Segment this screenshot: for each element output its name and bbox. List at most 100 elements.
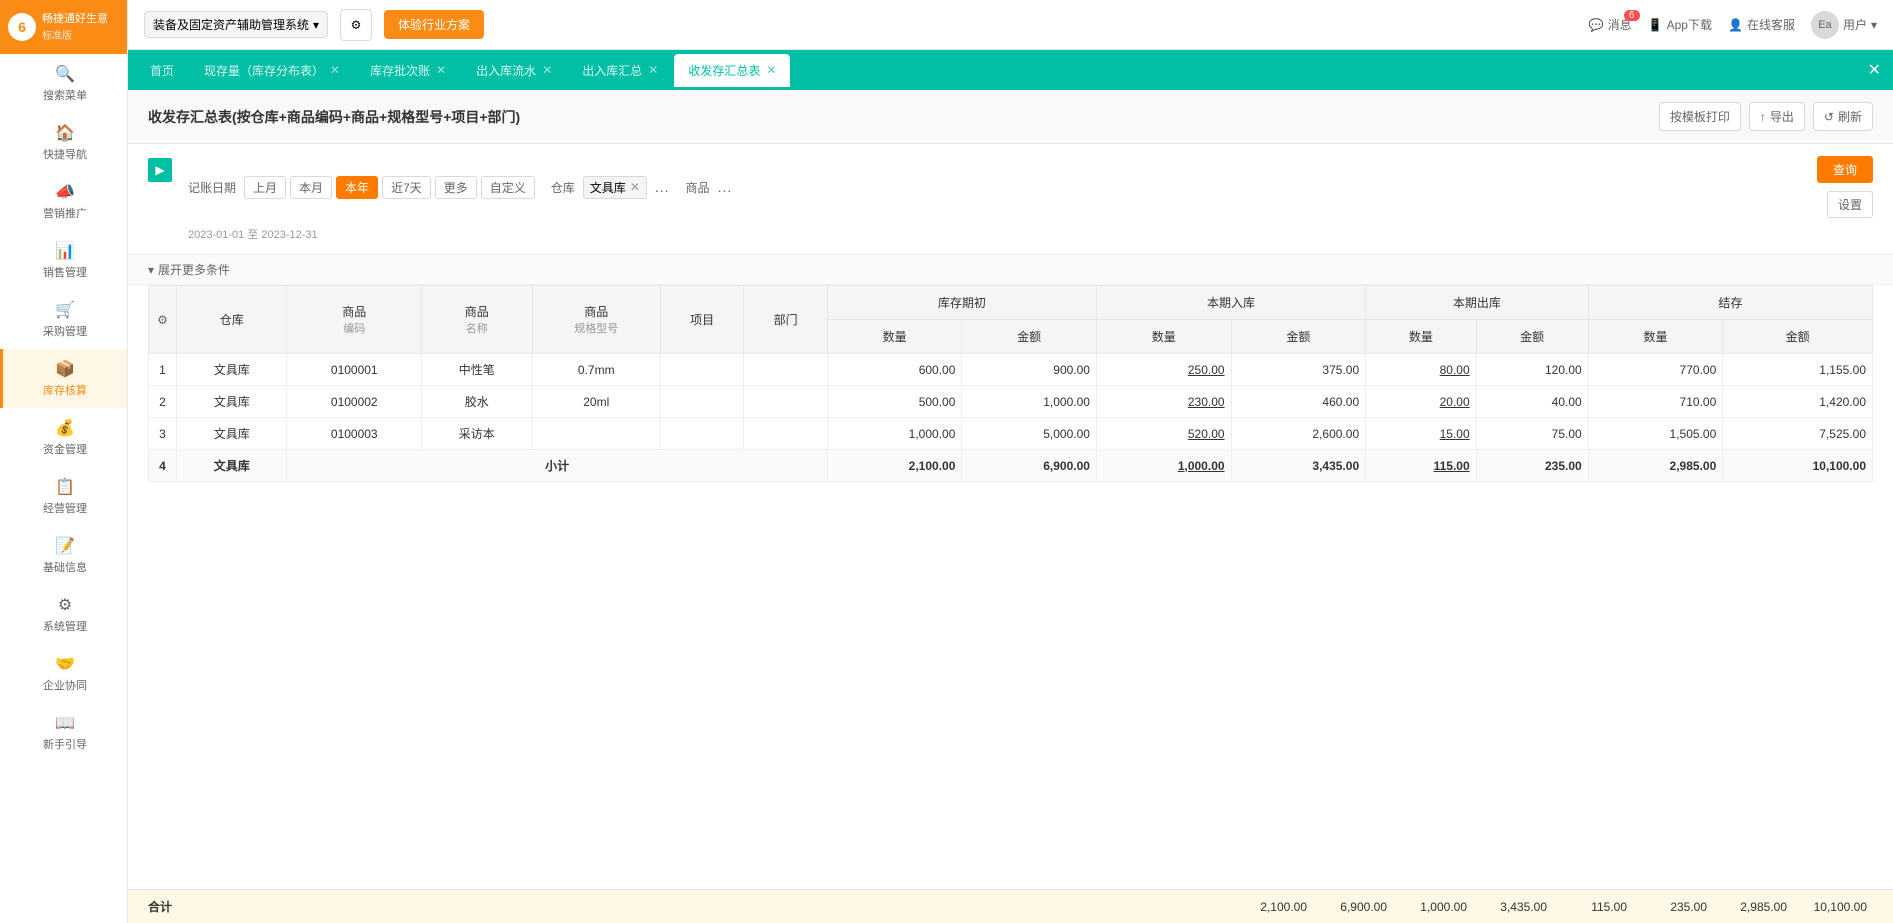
sidebar-item-operations[interactable]: 📋经营管理: [0, 467, 127, 526]
tab-inout-summary[interactable]: 出入库汇总✕: [568, 54, 672, 87]
online-service-action[interactable]: 👤 在线客服: [1728, 16, 1795, 33]
filter-row-date-range: 2023-01-01 至 2023-12-31: [188, 226, 1873, 242]
in-qty-link[interactable]: 250.00: [1188, 363, 1225, 377]
sidebar-item-purchase[interactable]: 🛒采购管理: [0, 290, 127, 349]
tab-batch[interactable]: 库存批次账✕: [356, 54, 460, 87]
sidebar-item-quick-nav[interactable]: 🏠快捷导航: [0, 113, 127, 172]
out-qty-link[interactable]: 80.00: [1440, 363, 1470, 377]
in-qty-link[interactable]: 230.00: [1188, 395, 1225, 409]
out-qty-link[interactable]: 15.00: [1440, 427, 1470, 441]
print-btn[interactable]: 按模板打印: [1659, 102, 1741, 131]
sidebar-item-collab[interactable]: 🤝企业协同: [0, 644, 127, 703]
tab-stock-dist[interactable]: 现存量（库存分布表）✕: [190, 54, 354, 87]
tab-close-icon[interactable]: ✕: [542, 63, 552, 77]
th-project: 项目: [660, 286, 743, 354]
cell-product-spec: [532, 418, 660, 450]
sidebar-item-base[interactable]: 📝基础信息: [0, 526, 127, 585]
date-btn-more[interactable]: 更多: [435, 176, 477, 199]
sidebar-item-label: 快捷导航: [43, 146, 87, 162]
try-btn[interactable]: 体验行业方案: [384, 10, 484, 39]
date-btn-custom[interactable]: 自定义: [481, 176, 535, 199]
cell-closing-amt: 1,420.00: [1723, 386, 1873, 418]
cell-no: 2: [149, 386, 177, 418]
tab-home[interactable]: 首页: [136, 54, 188, 87]
tab-label: 出入库流水: [476, 62, 536, 79]
cell-closing-qty: 710.00: [1588, 386, 1723, 418]
sidebar-item-finance[interactable]: 💰资金管理: [0, 408, 127, 467]
header-actions: 💬 消息 6 📱 App下载 👤 在线客服 Ea 用户 ▾: [1589, 11, 1877, 39]
product-dots[interactable]: ...: [718, 179, 733, 195]
subtotal-opening-amt: 6,900.00: [962, 450, 1097, 482]
filter-toggle[interactable]: ▶: [148, 158, 172, 182]
expand-btn[interactable]: ▾ 展开更多条件: [148, 261, 230, 278]
top-header: 装备及固定资产辅助管理系统 ▾ ⚙ 体验行业方案 💬 消息 6 📱 App下载 …: [128, 0, 1893, 50]
warehouse-dots[interactable]: ...: [655, 179, 670, 195]
table-row: 2 文具库 0100002 胶水 20ml 500.00 1,000.00 23…: [149, 386, 1873, 418]
tab-recv-send[interactable]: 收发存汇总表✕: [674, 54, 790, 87]
subtotal-opening-qty: 2,100.00: [827, 450, 962, 482]
tab-close-icon[interactable]: ✕: [766, 63, 776, 77]
operations-icon: 📋: [55, 477, 75, 497]
warehouse-tag-close[interactable]: ✕: [630, 180, 640, 194]
sidebar-item-guide[interactable]: 📖新手引导: [0, 703, 127, 762]
refresh-icon: ↺: [1824, 110, 1834, 124]
gear-icon: ⚙: [351, 18, 362, 32]
marketing-icon: 📣: [55, 182, 75, 202]
out-qty-link[interactable]: 20.00: [1440, 395, 1470, 409]
cell-warehouse: 文具库: [177, 354, 287, 386]
in-qty-link[interactable]: 520.00: [1188, 427, 1225, 441]
th-opening-qty: 数量: [827, 320, 962, 354]
subtotal-in-qty-link[interactable]: 1,000.00: [1178, 459, 1225, 473]
set-button[interactable]: 设置: [1827, 191, 1873, 218]
avatar: Ea: [1811, 11, 1839, 39]
tab-close-icon[interactable]: ✕: [436, 63, 446, 77]
cell-department: [744, 386, 827, 418]
dropdown-arrow-icon: ▾: [313, 18, 319, 32]
gear-button[interactable]: ⚙: [340, 9, 372, 41]
sidebar-item-marketing[interactable]: 📣营销推广: [0, 172, 127, 231]
sidebar-item-sales[interactable]: 📊销售管理: [0, 231, 127, 290]
date-btn-this-month[interactable]: 本月: [290, 176, 332, 199]
system-dropdown[interactable]: 装备及固定资产辅助管理系统 ▾: [144, 11, 328, 38]
message-action[interactable]: 💬 消息 6: [1589, 16, 1632, 33]
cell-product-spec: 0.7mm: [532, 354, 660, 386]
cell-no: 1: [149, 354, 177, 386]
th-in-amt: 金额: [1231, 320, 1366, 354]
table-row: 1 文具库 0100001 中性笔 0.7mm 600.00 900.00 25…: [149, 354, 1873, 386]
online-service-label: 在线客服: [1747, 16, 1795, 33]
sidebar-item-inventory[interactable]: 📦库存核算: [0, 349, 127, 408]
sidebar-item-search[interactable]: 🔍搜索菜单: [0, 54, 127, 113]
subtotal-closing-amt: 10,100.00: [1723, 450, 1873, 482]
cell-out-qty: 15.00: [1366, 418, 1477, 450]
query-button[interactable]: 查询: [1817, 156, 1873, 183]
tab-bar-close[interactable]: ✕: [1864, 56, 1885, 84]
refresh-btn[interactable]: ↺ 刷新: [1813, 102, 1873, 131]
user-action[interactable]: Ea 用户 ▾: [1811, 11, 1877, 39]
sidebar-item-system[interactable]: ⚙系统管理: [0, 585, 127, 644]
export-btn[interactable]: ↑ 导出: [1749, 102, 1805, 131]
logo-icon: 6: [8, 13, 36, 41]
th-out-amt: 金额: [1476, 320, 1588, 354]
tab-close-icon[interactable]: ✕: [330, 63, 340, 77]
cell-opening-qty: 600.00: [827, 354, 962, 386]
table-settings-icon[interactable]: ⚙: [157, 313, 168, 327]
tab-close-icon[interactable]: ✕: [648, 63, 658, 77]
cell-project: [660, 386, 743, 418]
sidebar-item-label: 销售管理: [43, 264, 87, 280]
download-icon: 📱: [1648, 18, 1663, 32]
th-out-group: 本期出库: [1366, 286, 1589, 320]
app-download-action[interactable]: 📱 App下载: [1648, 16, 1712, 33]
date-btn-7days[interactable]: 近7天: [382, 176, 431, 199]
sidebar-item-label: 系统管理: [43, 618, 87, 634]
subtotal-out-qty-link[interactable]: 115.00: [1434, 459, 1470, 473]
message-badge: 6: [1624, 10, 1640, 21]
cell-in-qty: 230.00: [1096, 386, 1231, 418]
cell-out-qty: 20.00: [1366, 386, 1477, 418]
tab-inout-flow[interactable]: 出入库流水 ✕: [462, 54, 566, 87]
date-btn-last-month[interactable]: 上月: [244, 176, 286, 199]
sidebar-item-label: 资金管理: [43, 441, 87, 457]
footer-closing-amt: 10,100.00: [1793, 900, 1873, 914]
sidebar-item-label: 企业协同: [43, 677, 87, 693]
expand-icon: ▾: [148, 263, 154, 277]
date-btn-this-year[interactable]: 本年: [336, 176, 378, 199]
